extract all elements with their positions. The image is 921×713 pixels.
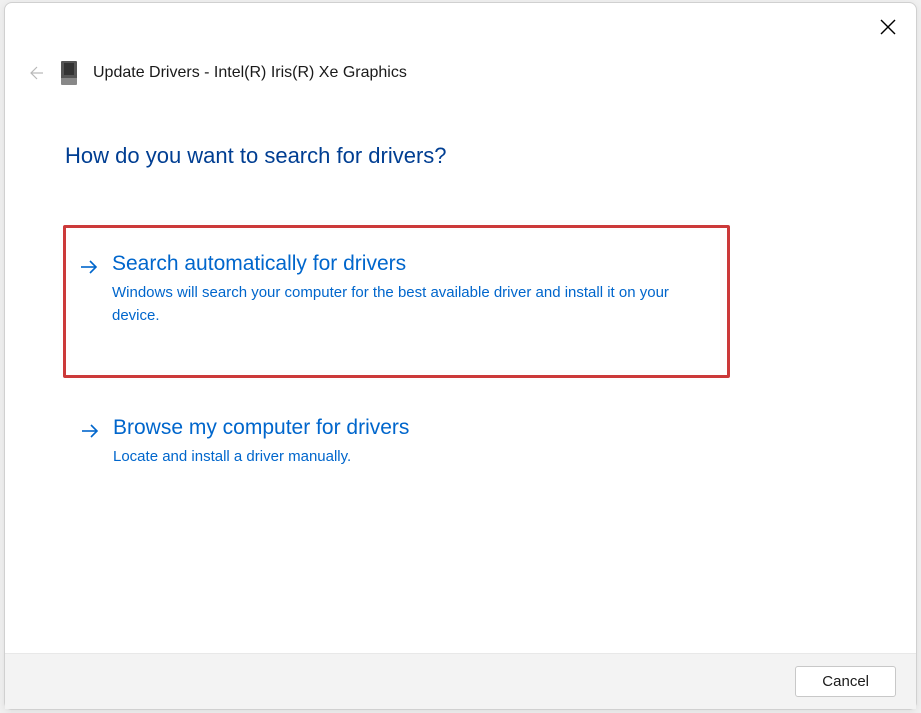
close-icon [880, 19, 896, 35]
option-title: Search automatically for drivers [112, 252, 707, 276]
arrow-left-icon [25, 63, 45, 83]
back-button [25, 63, 45, 83]
option-search-automatically[interactable]: Search automatically for drivers Windows… [63, 225, 730, 378]
cancel-button[interactable]: Cancel [795, 666, 896, 697]
dialog-content: How do you want to search for drivers? S… [5, 93, 916, 653]
dialog-title: Update Drivers - Intel(R) Iris(R) Xe Gra… [93, 64, 407, 82]
device-icon [61, 61, 77, 85]
option-browse-computer[interactable]: Browse my computer for drivers Locate an… [65, 398, 860, 487]
close-button[interactable] [876, 15, 900, 39]
arrow-right-icon [81, 422, 99, 445]
option-text: Browse my computer for drivers Locate an… [113, 416, 840, 469]
dialog-footer: Cancel [5, 653, 916, 709]
option-description: Locate and install a driver manually. [113, 446, 733, 469]
option-description: Windows will search your computer for th… [112, 282, 707, 327]
update-drivers-dialog: Update Drivers - Intel(R) Iris(R) Xe Gra… [4, 2, 917, 710]
option-text: Search automatically for drivers Windows… [112, 252, 707, 327]
question-heading: How do you want to search for drivers? [65, 143, 860, 169]
arrow-right-icon [80, 258, 98, 281]
dialog-header: Update Drivers - Intel(R) Iris(R) Xe Gra… [5, 3, 916, 93]
option-title: Browse my computer for drivers [113, 416, 840, 440]
